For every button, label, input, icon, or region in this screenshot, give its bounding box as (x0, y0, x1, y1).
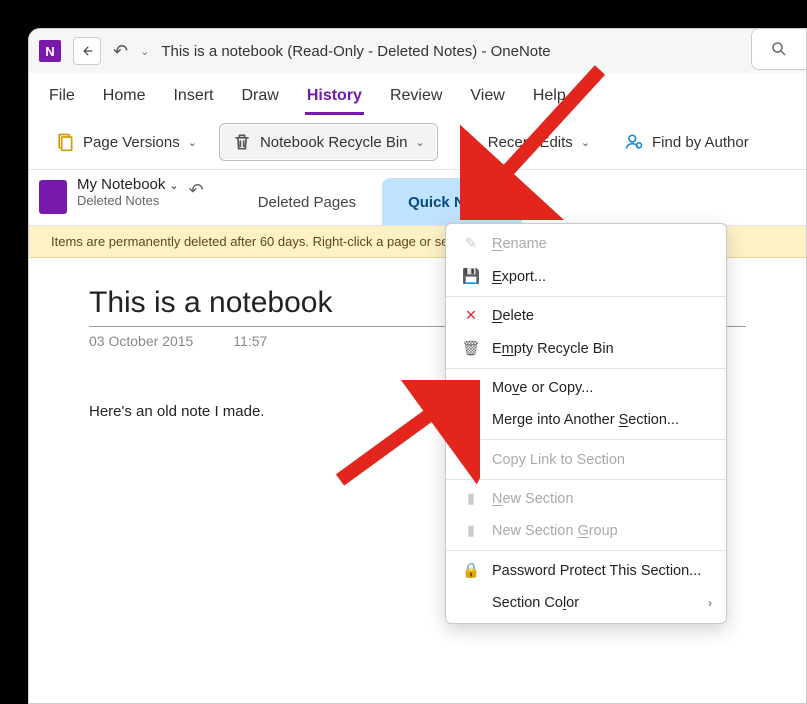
ctx-empty-label: pty Recycle Bin (514, 341, 614, 357)
ribbon: Page Versions ⌄ Notebook Recycle Bin ⌄ R… (29, 115, 806, 170)
ctx-new-group-label: roup (589, 523, 618, 539)
title-bar: N ↶ ⌄ This is a notebook (Read-Only - De… (29, 29, 806, 73)
ctx-password-label: Password Protect This Section... (492, 563, 701, 579)
ctx-merge-label: ection... (628, 412, 679, 428)
menu-review[interactable]: Review (388, 83, 444, 115)
ctx-copy-link: 📄 Copy Link to Section (446, 443, 726, 476)
ctx-export[interactable]: 💾 Export... (446, 260, 726, 293)
ctx-empty-recycle-bin[interactable]: 🗑 Empty Recycle Bin (446, 332, 726, 365)
ctx-move-label: e or Copy... (519, 380, 593, 396)
undo-button-2[interactable]: ↶ (189, 180, 204, 225)
quick-access-dropdown[interactable]: ⌄ (140, 45, 149, 58)
ctx-move-or-copy[interactable]: ⇄ Move or Copy... (446, 372, 726, 404)
ctx-new-section: ▮ New Section (446, 483, 726, 515)
search-button[interactable] (751, 28, 807, 70)
menu-home[interactable]: Home (101, 83, 148, 115)
arrow-left-icon (80, 44, 94, 58)
trash-icon (232, 132, 252, 152)
back-button[interactable] (73, 37, 101, 65)
author-icon (624, 132, 644, 152)
menu-draw[interactable]: Draw (239, 83, 280, 115)
notebook-name: My Notebook (77, 176, 165, 193)
lock-icon: 🔒 (462, 562, 480, 579)
ctx-new-section-group: ▮ New Section Group (446, 515, 726, 547)
menu-history[interactable]: History (305, 83, 364, 115)
ctx-delete-label: elete (502, 308, 533, 324)
page-date: 03 October 2015 (89, 333, 193, 349)
page-versions-label: Page Versions (83, 134, 180, 151)
page-versions-button[interactable]: Page Versions ⌄ (43, 126, 209, 158)
merge-icon: ⧉ (462, 412, 480, 428)
copy-link-icon: 📄 (462, 451, 480, 468)
menu-bar: File Home Insert Draw History Review Vie… (29, 73, 806, 115)
notebook-subtitle: Deleted Notes (77, 193, 179, 208)
chevron-down-icon: ⌄ (169, 180, 178, 192)
menu-view[interactable]: View (468, 83, 506, 115)
trash-icon: 🗑 (462, 340, 480, 357)
chevron-down-icon: ⌄ (581, 136, 590, 149)
recycle-bin-label: Notebook Recycle Bin (260, 134, 408, 151)
recycle-bin-button[interactable]: Notebook Recycle Bin ⌄ (219, 123, 438, 161)
section-icon: ▮ (462, 491, 480, 507)
ctx-rename: ✎ Rename (446, 228, 726, 260)
delete-x-icon: ✕ (462, 308, 480, 324)
move-icon: ⇄ (462, 380, 480, 396)
ctx-new-section-label: ew Section (502, 491, 573, 507)
page-versions-icon (55, 132, 75, 152)
menu-file[interactable]: File (47, 83, 77, 115)
ctx-password-protect[interactable]: 🔒 Password Protect This Section... (446, 554, 726, 587)
rename-icon: ✎ (462, 236, 480, 252)
notebook-selector[interactable]: My Notebook ⌄ Deleted Notes (77, 170, 179, 225)
recent-edits-label: Recent Edits (488, 134, 573, 151)
ctx-delete[interactable]: ✕ Delete (446, 300, 726, 332)
find-by-author-label: Find by Author (652, 134, 749, 151)
onenote-app-icon: N (39, 40, 61, 62)
recent-edits-button[interactable]: Recent Edits ⌄ (448, 126, 602, 158)
page-time: 11:57 (233, 333, 267, 349)
context-menu: ✎ Rename 💾 Export... ✕ Delete 🗑 Empty Re… (445, 223, 727, 624)
ctx-copy-link-label: Copy Link to Section (492, 452, 625, 468)
section-group-icon: ▮ (462, 523, 480, 539)
tab-deleted-pages[interactable]: Deleted Pages (232, 178, 382, 225)
chevron-right-icon: › (708, 596, 712, 610)
search-icon (770, 40, 788, 58)
ctx-export-label: xport... (502, 269, 546, 285)
find-by-author-button[interactable]: Find by Author (612, 126, 761, 158)
tab-quick-notes[interactable]: Quick Notes (382, 178, 522, 225)
chevron-down-icon: ⌄ (188, 136, 197, 149)
ctx-section-color[interactable]: Section Color › (446, 587, 726, 619)
menu-help[interactable]: Help (531, 83, 568, 115)
menu-insert[interactable]: Insert (171, 83, 215, 115)
ctx-rename-label: ename (502, 236, 546, 252)
window-title: This is a notebook (Read-Only - Deleted … (161, 43, 550, 60)
recent-edits-icon (460, 132, 480, 152)
notebook-icon (39, 180, 67, 214)
ctx-color-label: or (566, 595, 579, 611)
ctx-merge[interactable]: ⧉ Merge into Another Section... (446, 404, 726, 436)
chevron-down-icon: ⌄ (416, 136, 425, 149)
undo-button[interactable]: ↶ (113, 41, 128, 62)
export-icon: 💾 (462, 268, 480, 285)
notebook-bar: My Notebook ⌄ Deleted Notes ↶ Deleted Pag… (29, 170, 806, 226)
